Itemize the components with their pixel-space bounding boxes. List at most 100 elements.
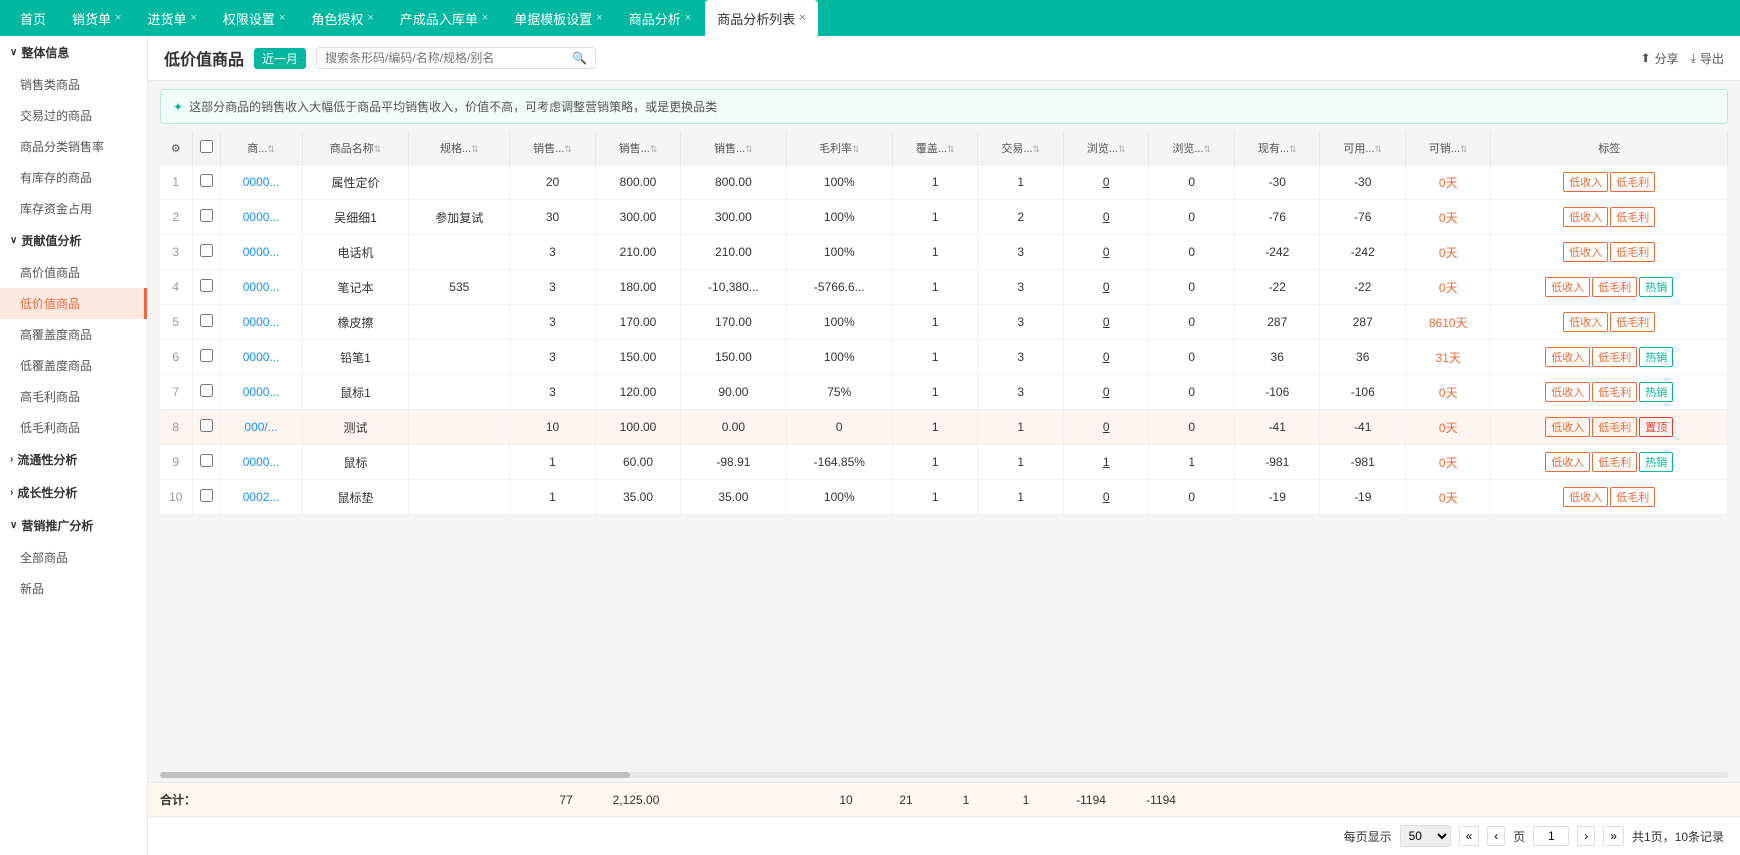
nav-tab-销货单[interactable]: 销货单× [60,0,133,36]
close-tab-icon[interactable]: × [367,12,373,24]
row-checkbox[interactable] [200,174,213,187]
sidebar-item-新品[interactable]: 新品 [0,573,147,604]
nav-tab-角色授权[interactable]: 角色授权× [299,0,385,36]
select-all-checkbox[interactable] [200,140,213,153]
row-view1[interactable]: 1 [1063,445,1149,480]
search-input[interactable] [325,51,568,65]
horizontal-scrollbar[interactable] [160,772,1728,778]
row-checkbox[interactable] [200,314,213,327]
view1-link[interactable]: 0 [1103,350,1110,364]
nav-tab-权限设置[interactable]: 权限设置× [211,0,297,36]
row-checkbox-cell[interactable] [192,235,220,270]
close-tab-icon[interactable]: × [685,12,691,24]
col-coverage[interactable]: 覆盖...⇅ [892,132,978,165]
col-current[interactable]: 现有...⇅ [1234,132,1320,165]
col-sales-qty[interactable]: 销售...⇅ [510,132,596,165]
filter-tag[interactable]: 近一月 [254,48,306,69]
col-spec[interactable]: 规格...⇅ [409,132,510,165]
view1-link[interactable]: 0 [1103,490,1110,504]
col-view1[interactable]: 浏览...⇅ [1063,132,1149,165]
view1-link[interactable]: 0 [1103,385,1110,399]
sidebar-section-整体信息[interactable]: ∨整体信息 [0,36,147,69]
view1-link[interactable]: 0 [1103,420,1110,434]
row-checkbox-cell[interactable] [192,375,220,410]
row-view1[interactable]: 0 [1063,200,1149,235]
row-checkbox-cell[interactable] [192,410,220,445]
row-checkbox[interactable] [200,279,213,292]
sidebar-item-销售类商品[interactable]: 销售类商品 [0,69,147,100]
nav-tab-单据模板设置[interactable]: 单据模板设置× [502,0,614,36]
sidebar-item-全部商品[interactable]: 全部商品 [0,542,147,573]
col-sales-price[interactable]: 销售...⇅ [681,132,786,165]
sidebar-item-高价值商品[interactable]: 高价值商品 [0,257,147,288]
share-button[interactable]: ⬆ 分享 [1641,50,1679,67]
col-available[interactable]: 可用...⇅ [1320,132,1406,165]
col-sellable[interactable]: 可销...⇅ [1405,132,1491,165]
row-checkbox-cell[interactable] [192,165,220,200]
row-checkbox[interactable] [200,454,213,467]
row-view1[interactable]: 0 [1063,340,1149,375]
view1-link[interactable]: 1 [1103,455,1110,469]
last-page-button[interactable]: » [1603,826,1624,846]
view1-link[interactable]: 0 [1103,210,1110,224]
table-container[interactable]: ⚙ 商...⇅ 商品名称⇅ 规格...⇅ 销售...⇅ 销售...⇅ 销售...… [148,132,1740,772]
row-checkbox-cell[interactable] [192,200,220,235]
nav-tab-商品分析[interactable]: 商品分析× [617,0,703,36]
col-name[interactable]: 商品名称⇅ [302,132,409,165]
sidebar-item-库存资金占用[interactable]: 库存资金占用 [0,193,147,224]
sidebar-section-流通性分析[interactable]: ›流通性分析 [0,443,147,476]
view1-link[interactable]: 0 [1103,175,1110,189]
sidebar-section-营销推广分析[interactable]: ∨营销推广分析 [0,509,147,542]
nav-tab-商品分析列表[interactable]: 商品分析列表× [705,0,817,36]
close-tab-icon[interactable]: × [482,12,488,24]
row-view1[interactable]: 0 [1063,305,1149,340]
export-button[interactable]: ⤓ 导出 [1691,50,1724,67]
first-page-button[interactable]: « [1459,826,1480,846]
search-box[interactable]: 🔍 [316,47,596,69]
page-size-select[interactable]: 50 100 200 [1400,825,1451,847]
view1-link[interactable]: 0 [1103,245,1110,259]
row-checkbox-cell[interactable] [192,270,220,305]
row-checkbox[interactable] [200,489,213,502]
row-checkbox-cell[interactable] [192,480,220,515]
row-checkbox-cell[interactable] [192,305,220,340]
row-checkbox-cell[interactable] [192,445,220,480]
row-checkbox[interactable] [200,244,213,257]
view1-link[interactable]: 0 [1103,315,1110,329]
col-settings[interactable]: ⚙ [160,132,192,165]
settings-icon[interactable]: ⚙ [171,143,181,155]
row-checkbox[interactable] [200,419,213,432]
col-trade[interactable]: 交易...⇅ [978,132,1064,165]
row-view1[interactable]: 0 [1063,410,1149,445]
col-view2[interactable]: 浏览...⇅ [1149,132,1235,165]
row-checkbox[interactable] [200,209,213,222]
close-tab-icon[interactable]: × [596,12,602,24]
sidebar-item-高覆盖度商品[interactable]: 高覆盖度商品 [0,319,147,350]
sidebar-item-低覆盖度商品[interactable]: 低覆盖度商品 [0,350,147,381]
row-checkbox-cell[interactable] [192,340,220,375]
close-tab-icon[interactable]: × [279,12,285,24]
row-view1[interactable]: 0 [1063,235,1149,270]
close-tab-icon[interactable]: × [115,12,121,24]
sidebar-item-低价值商品[interactable]: 低价值商品 [0,288,147,319]
col-checkbox[interactable] [192,132,220,165]
row-checkbox[interactable] [200,349,213,362]
row-view1[interactable]: 0 [1063,375,1149,410]
sidebar-item-商品分类销售率[interactable]: 商品分类销售率 [0,131,147,162]
row-checkbox[interactable] [200,384,213,397]
sidebar-item-有库存的商品[interactable]: 有库存的商品 [0,162,147,193]
next-page-button[interactable]: › [1577,826,1595,846]
close-tab-icon[interactable]: × [190,12,196,24]
row-view1[interactable]: 0 [1063,480,1149,515]
row-view1[interactable]: 0 [1063,165,1149,200]
nav-tab-产成品入库单[interactable]: 产成品入库单× [388,0,500,36]
sidebar-section-贡献值分析[interactable]: ∨贡献值分析 [0,224,147,257]
page-number-input[interactable] [1533,826,1569,846]
view1-link[interactable]: 0 [1103,280,1110,294]
sidebar-item-高毛利商品[interactable]: 高毛利商品 [0,381,147,412]
nav-tab-进货单[interactable]: 进货单× [135,0,208,36]
nav-tab-首页[interactable]: 首页 [8,0,58,36]
close-tab-icon[interactable]: × [799,12,805,24]
sidebar-section-成长性分析[interactable]: ›成长性分析 [0,476,147,509]
col-gross-margin[interactable]: 毛利率⇅ [786,132,892,165]
